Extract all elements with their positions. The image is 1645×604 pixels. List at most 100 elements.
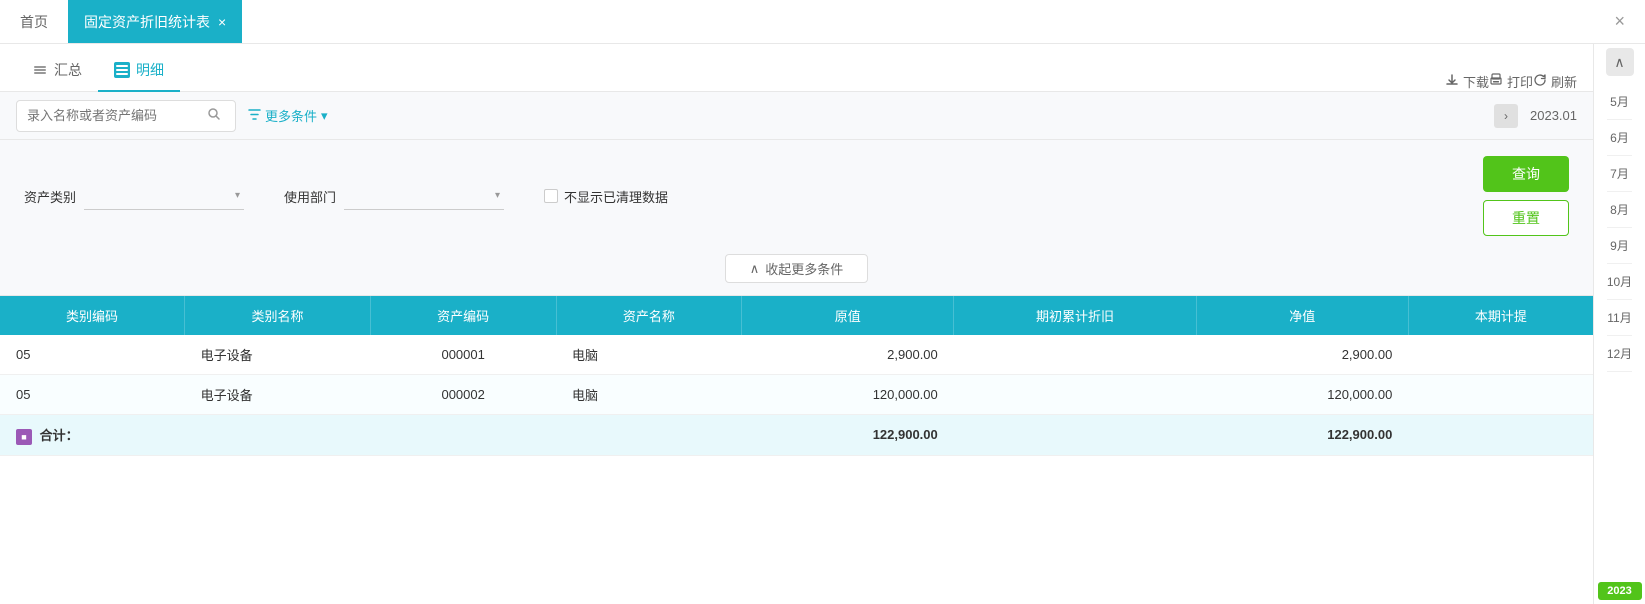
table-row: 05 电子设备 000001 电脑 2,900.00 2,900.00 — [0, 335, 1593, 375]
download-button[interactable]: 下载 — [1445, 72, 1489, 91]
layers-icon — [32, 62, 48, 78]
table-row: 05 电子设备 000002 电脑 120,000.00 120,000.00 — [0, 375, 1593, 415]
cell-category-name: 电子设备 — [185, 335, 371, 375]
filter-panel: 资产类别 ▾ 使用部门 ▾ 不显示已清理数据 — [0, 140, 1593, 296]
search-bar: 更多条件 ▾ › 2023.01 — [0, 92, 1593, 140]
home-tab[interactable]: 首页 — [0, 0, 68, 43]
more-conditions-button[interactable]: 更多条件 ▾ — [248, 106, 328, 125]
total-current-depreciation — [1408, 415, 1593, 456]
refresh-icon — [1533, 73, 1547, 90]
search-input[interactable] — [27, 108, 207, 123]
cell-asset-code: 000001 — [370, 335, 556, 375]
table-wrap: 类别编码 类别名称 资产编码 资产名称 原值 期初累计折旧 净值 本期计提 05… — [0, 296, 1593, 604]
month-item-8月[interactable]: 8月 — [1607, 192, 1632, 228]
collapse-search-button[interactable]: › — [1494, 104, 1518, 128]
search-input-wrap — [16, 100, 236, 132]
cell-category-code: 05 — [0, 335, 185, 375]
th-asset-name: 资产名称 — [556, 296, 742, 335]
window-close-button[interactable]: × — [1594, 11, 1645, 32]
asset-category-arrow-icon: ▾ — [235, 190, 240, 201]
cell-accumulated-depreciation — [954, 375, 1197, 415]
cell-original-value: 120,000.00 — [742, 375, 954, 415]
tab-detail-label: 明细 — [136, 60, 164, 80]
left-panel: 汇总 明细 下载 — [0, 44, 1593, 604]
th-category-name: 类别名称 — [185, 296, 371, 335]
year-badge[interactable]: 2023 — [1598, 582, 1642, 600]
chevron-down-icon: ▾ — [321, 108, 328, 124]
cell-asset-code: 000002 — [370, 375, 556, 415]
cell-current-depreciation — [1408, 375, 1593, 415]
month-list: 5月6月7月8月9月10月11月12月 — [1607, 84, 1632, 372]
collapse-label: 收起更多条件 — [765, 259, 843, 278]
hide-cleared-filter: 不显示已清理数据 — [544, 187, 668, 206]
total-net-value: 122,900.00 — [1196, 415, 1408, 456]
reset-button[interactable]: 重置 — [1483, 200, 1569, 236]
th-current-depreciation: 本期计提 — [1408, 296, 1593, 335]
cell-net-value: 120,000.00 — [1196, 375, 1408, 415]
refresh-button[interactable]: 刷新 — [1533, 72, 1577, 91]
month-item-5月[interactable]: 5月 — [1607, 84, 1632, 120]
month-item-12月[interactable]: 12月 — [1607, 336, 1632, 372]
department-filter: 使用部门 ▾ — [284, 182, 504, 210]
hide-cleared-checkbox[interactable] — [544, 189, 558, 203]
cell-original-value: 2,900.00 — [742, 335, 954, 375]
search-icon[interactable] — [207, 107, 221, 124]
total-icon: ■ — [16, 429, 32, 445]
right-panel: ∧ 5月6月7月8月9月10月11月12月 2023 — [1593, 44, 1645, 604]
chevron-right-icon: › — [1504, 109, 1508, 123]
cell-category-code: 05 — [0, 375, 185, 415]
download-label: 下载 — [1463, 72, 1489, 91]
filter-icon — [248, 108, 261, 124]
download-icon — [1445, 73, 1459, 90]
chevron-up-icon: ∧ — [750, 261, 760, 277]
cell-category-name: 电子设备 — [185, 375, 371, 415]
print-button[interactable]: 打印 — [1489, 72, 1533, 91]
month-item-10月[interactable]: 10月 — [1607, 264, 1632, 300]
top-nav: 首页 固定资产折旧统计表 × × — [0, 0, 1645, 44]
close-tab-button[interactable]: × — [218, 14, 226, 30]
active-tab-label: 固定资产折旧统计表 — [84, 12, 210, 32]
date-label: 2023.01 — [1530, 108, 1577, 123]
cell-asset-name: 电脑 — [556, 375, 742, 415]
th-accumulated-depreciation: 期初累计折旧 — [954, 296, 1197, 335]
print-icon — [1489, 73, 1503, 90]
month-item-11月[interactable]: 11月 — [1607, 300, 1632, 336]
department-select[interactable]: ▾ — [344, 182, 504, 210]
th-category-code: 类别编码 — [0, 296, 185, 335]
asset-category-label: 资产类别 — [24, 187, 76, 206]
department-arrow-icon: ▾ — [495, 190, 500, 201]
cell-accumulated-depreciation — [954, 335, 1197, 375]
filter-row: 资产类别 ▾ 使用部门 ▾ 不显示已清理数据 — [24, 156, 1569, 236]
hide-cleared-label: 不显示已清理数据 — [564, 187, 668, 206]
main-content: 汇总 明细 下载 — [0, 44, 1645, 604]
print-label: 打印 — [1507, 72, 1533, 91]
filter-buttons: 查询 重置 — [1483, 156, 1569, 236]
month-item-6月[interactable]: 6月 — [1607, 120, 1632, 156]
total-label-cell: ■ 合计： — [0, 415, 742, 456]
total-accumulated-depreciation — [954, 415, 1197, 456]
query-button[interactable]: 查询 — [1483, 156, 1569, 192]
table-header-row: 类别编码 类别名称 资产编码 资产名称 原值 期初累计折旧 净值 本期计提 — [0, 296, 1593, 335]
list-icon — [114, 62, 130, 78]
tab-detail[interactable]: 明细 — [98, 52, 180, 92]
tab-summary[interactable]: 汇总 — [16, 52, 98, 92]
cell-net-value: 2,900.00 — [1196, 335, 1408, 375]
total-original-value: 122,900.00 — [742, 415, 954, 456]
chevron-up-small-icon: ∧ — [1614, 54, 1624, 71]
th-asset-code: 资产编码 — [370, 296, 556, 335]
th-original-value: 原值 — [742, 296, 954, 335]
refresh-label: 刷新 — [1551, 72, 1577, 91]
th-net-value: 净值 — [1196, 296, 1408, 335]
more-conditions-label: 更多条件 — [265, 106, 317, 125]
asset-category-filter: 资产类别 ▾ — [24, 182, 244, 210]
scroll-up-button[interactable]: ∧ — [1606, 48, 1634, 76]
collapse-bar: ∧ 收起更多条件 — [24, 248, 1569, 287]
month-item-9月[interactable]: 9月 — [1607, 228, 1632, 264]
collapse-conditions-button[interactable]: ∧ 收起更多条件 — [725, 254, 869, 283]
month-item-7月[interactable]: 7月 — [1607, 156, 1632, 192]
tab-bar: 汇总 明细 下载 — [0, 44, 1593, 92]
asset-category-select[interactable]: ▾ — [84, 182, 244, 210]
table-total-row: ■ 合计： 122,900.00 122,900.00 — [0, 415, 1593, 456]
cell-current-depreciation — [1408, 335, 1593, 375]
active-tab[interactable]: 固定资产折旧统计表 × — [68, 0, 242, 43]
